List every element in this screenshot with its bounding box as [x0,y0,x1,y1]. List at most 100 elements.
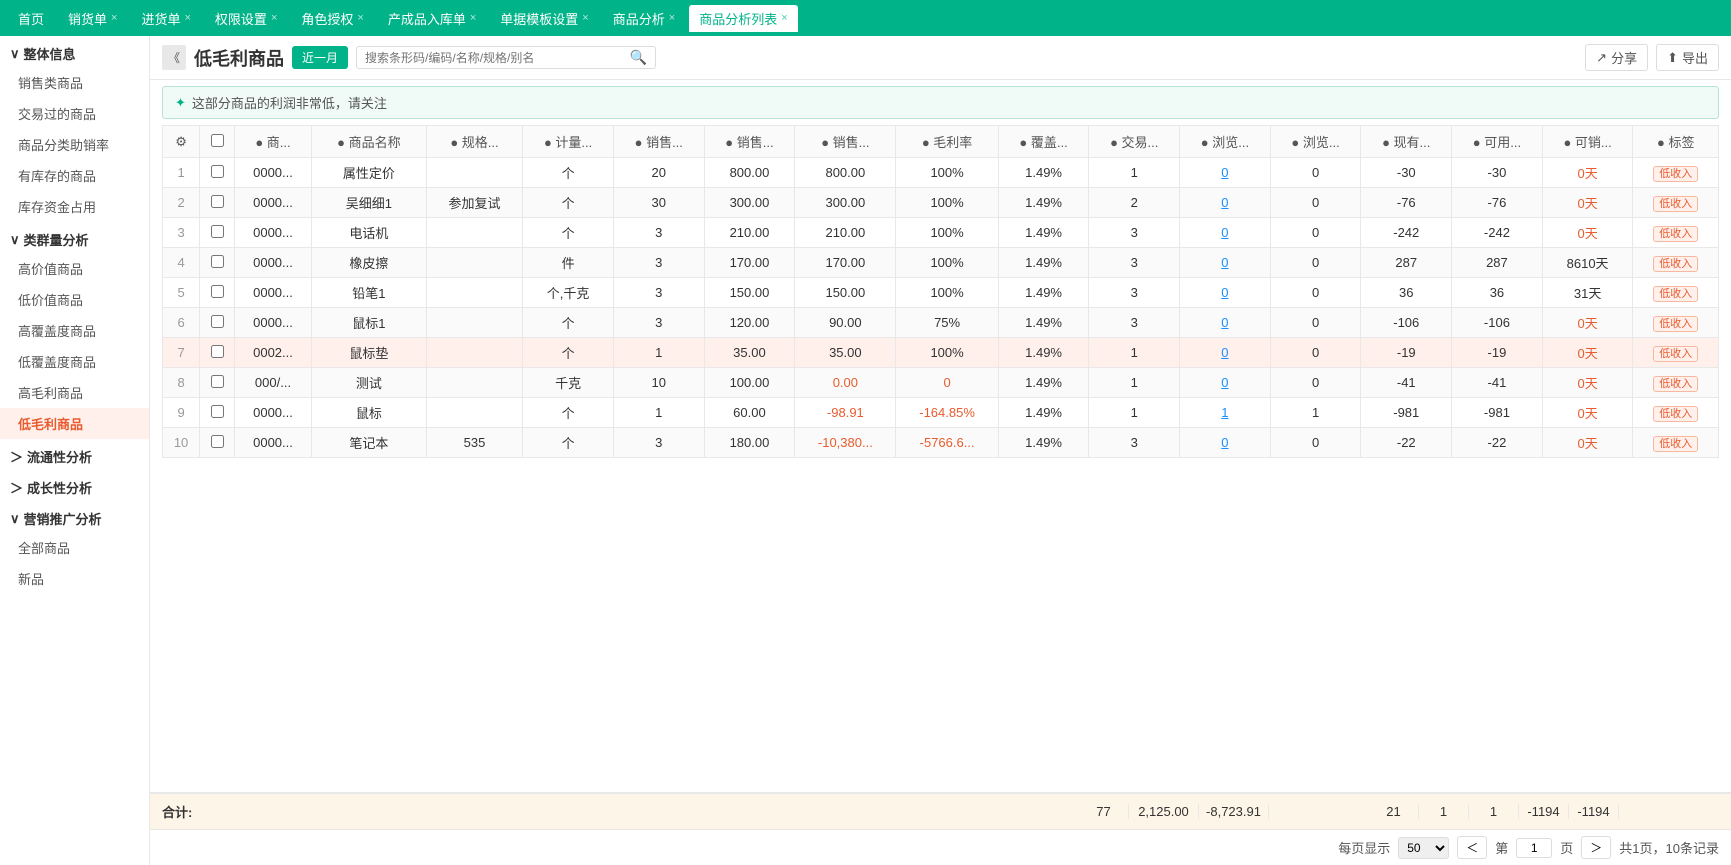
cell-view1[interactable]: 0 [1180,428,1271,458]
col-header-sales-price[interactable]: ● 销售... [704,126,795,158]
sidebar-item-all-goods[interactable]: 全部商品 [0,532,149,563]
cell-view1[interactable]: 0 [1180,248,1271,278]
cell-view2: 0 [1270,188,1361,218]
nav-role[interactable]: 角色授权 × [291,5,373,32]
sidebar-item-stocked-goods[interactable]: 有库存的商品 [0,160,149,191]
cell-no: 10 [163,428,200,458]
row-checkbox[interactable] [211,195,224,208]
nav-home[interactable]: 首页 [8,5,54,32]
prev-page-button[interactable]: ＜ [1457,836,1487,859]
cell-current-stock: -981 [1361,398,1452,428]
cell-view1[interactable]: 0 [1180,158,1271,188]
cell-check[interactable] [200,338,235,368]
search-input[interactable] [365,51,624,65]
row-checkbox[interactable] [211,285,224,298]
col-header-name[interactable]: ● 商品名称 [312,126,427,158]
filter-recent-month-button[interactable]: 近一月 [292,46,348,69]
row-checkbox[interactable] [211,435,224,448]
cell-check[interactable] [200,188,235,218]
per-page-select[interactable]: 50 20 100 [1398,837,1449,859]
col-header-sales-amount[interactable]: ● 销售... [795,126,896,158]
sidebar-item-high-gross[interactable]: 高毛利商品 [0,377,149,408]
col-header-sales-qty[interactable]: ● 销售... [613,126,704,158]
export-button[interactable]: ⬆ 导出 [1656,44,1719,71]
collapse-sidebar-button[interactable]: 《 [162,45,186,70]
cell-check[interactable] [200,308,235,338]
select-all-checkbox[interactable] [211,134,224,147]
nav-sales-close[interactable]: × [111,12,117,24]
col-header-view1[interactable]: ● 浏览... [1180,126,1271,158]
cell-no: 8 [163,368,200,398]
search-icon[interactable]: 🔍 [630,49,647,66]
nav-permission[interactable]: 权限设置 × [205,5,287,32]
nav-template-close[interactable]: × [582,12,588,24]
cell-view1[interactable]: 0 [1180,368,1271,398]
col-header-view2[interactable]: ● 浏览... [1270,126,1361,158]
row-checkbox[interactable] [211,315,224,328]
sidebar-item-category-rate[interactable]: 商品分类助销率 [0,129,149,160]
cell-view1[interactable]: 1 [1180,398,1271,428]
row-checkbox[interactable] [211,345,224,358]
sidebar-item-traded-goods[interactable]: 交易过的商品 [0,98,149,129]
sidebar-item-high-value[interactable]: 高价值商品 [0,253,149,284]
col-header-tag[interactable]: ● 标签 [1633,126,1719,158]
col-header-current-stock[interactable]: ● 现有... [1361,126,1452,158]
col-header-unit[interactable]: ● 计量... [523,126,614,158]
row-checkbox[interactable] [211,255,224,268]
cell-check[interactable] [200,368,235,398]
search-box[interactable]: 🔍 [356,46,656,69]
cell-check[interactable] [200,158,235,188]
cell-view1[interactable]: 0 [1180,338,1271,368]
row-checkbox[interactable] [211,225,224,238]
col-header-trade-count[interactable]: ● 交易... [1089,126,1180,158]
cell-view1[interactable]: 0 [1180,218,1271,248]
sidebar-item-low-value[interactable]: 低价值商品 [0,284,149,315]
col-header-code[interactable]: ● 商... [234,126,311,158]
col-header-spec[interactable]: ● 规格... [426,126,523,158]
sidebar-item-new-goods[interactable]: 新品 [0,563,149,594]
sidebar-item-low-coverage[interactable]: 低覆盖度商品 [0,346,149,377]
col-header-saleable[interactable]: ● 可销... [1542,126,1633,158]
nav-role-close[interactable]: × [357,12,363,24]
nav-permission-close[interactable]: × [271,12,277,24]
nav-template[interactable]: 单据模板设置 × [490,5,598,32]
nav-product-analysis-list-close[interactable]: × [781,12,787,24]
nav-product-entry-close[interactable]: × [470,12,476,24]
nav-product-analysis-list[interactable]: 商品分析列表 × [689,5,797,32]
page-input[interactable] [1516,838,1552,858]
cell-view2: 0 [1270,218,1361,248]
cell-view1[interactable]: 0 [1180,308,1271,338]
row-checkbox[interactable] [211,165,224,178]
nav-product-entry[interactable]: 产成品入库单 × [378,5,486,32]
cell-view1[interactable]: 0 [1180,278,1271,308]
nav-product-analysis-close[interactable]: × [669,12,675,24]
nav-sales[interactable]: 销货单 × [58,5,127,32]
cell-check[interactable] [200,428,235,458]
nav-purchase[interactable]: 进货单 × [131,5,200,32]
sidebar-group-circulation[interactable]: ＞ 流通性分析 [0,439,149,470]
row-checkbox[interactable] [211,375,224,388]
sidebar-item-low-gross[interactable]: 低毛利商品 [0,408,149,439]
cell-saleable: 0天 [1542,158,1633,188]
next-page-button[interactable]: ＞ [1581,836,1611,859]
col-header-available[interactable]: ● 可用... [1452,126,1543,158]
nav-product-analysis[interactable]: 商品分析 × [603,5,685,32]
cell-check[interactable] [200,248,235,278]
sidebar-item-stock-funds[interactable]: 库存资金占用 [0,191,149,222]
cell-check[interactable] [200,218,235,248]
cell-check[interactable] [200,278,235,308]
cell-view1[interactable]: 0 [1180,188,1271,218]
sidebar-group-growth[interactable]: ＞ 成长性分析 [0,470,149,501]
col-header-settings[interactable]: ⚙ [163,126,200,158]
cell-check[interactable] [200,398,235,428]
col-header-gross-rate[interactable]: ● 毛利率 [896,126,998,158]
cell-available: 287 [1452,248,1543,278]
col-header-coverage[interactable]: ● 覆盖... [998,126,1089,158]
table-wrapper[interactable]: ⚙ ● 商... ● 商品名称 ● 规格... ● 计量... ● 销售... … [162,125,1719,792]
sidebar-item-high-coverage[interactable]: 高覆盖度商品 [0,315,149,346]
col-header-check[interactable] [200,126,235,158]
sidebar-item-sales-goods[interactable]: 销售类商品 [0,67,149,98]
row-checkbox[interactable] [211,405,224,418]
share-button[interactable]: ↗ 分享 [1585,44,1648,71]
nav-purchase-close[interactable]: × [184,12,190,24]
